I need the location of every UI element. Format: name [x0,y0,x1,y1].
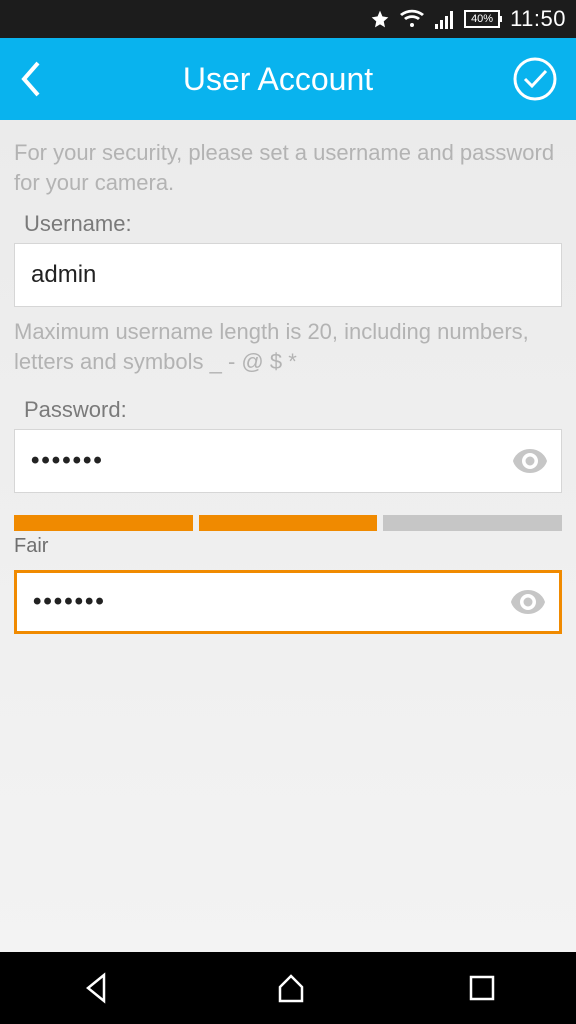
password-field[interactable]: ••••••• [14,429,562,493]
back-icon[interactable] [18,59,44,99]
instruction-text: For your security, please set a username… [14,138,562,197]
strength-label: Fair [14,535,562,558]
nav-recent-icon[interactable] [468,974,496,1002]
confirm-icon[interactable] [512,56,558,102]
password-strength-meter [14,515,562,531]
confirm-password-field[interactable]: ••••••• [14,570,562,634]
status-bar: 40% 11:50 [0,0,576,38]
username-field[interactable] [14,243,562,307]
username-input[interactable] [31,244,545,306]
nav-home-icon[interactable] [274,971,308,1005]
cell-signal-icon [434,9,454,29]
clock: 11:50 [510,6,566,32]
eye-icon[interactable] [513,449,547,473]
username-label: Username: [24,211,562,237]
battery-percent: 40% [471,13,493,25]
strength-seg-2 [199,515,378,531]
nav-back-icon[interactable] [80,971,114,1005]
password-value: ••••••• [31,447,104,475]
strength-seg-1 [14,515,193,531]
battery-indicator: 40% [464,10,500,28]
app-header: User Account [0,38,576,120]
strength-seg-3 [383,515,562,531]
username-hint: Maximum username length is 20, including… [14,317,562,376]
password-label: Password: [24,397,562,423]
star-icon [370,9,390,29]
wifi-icon [400,9,424,29]
eye-icon[interactable] [511,590,545,614]
page-title: User Account [44,61,512,98]
system-navbar [0,952,576,1024]
confirm-password-value: ••••••• [33,588,106,616]
content-area: For your security, please set a username… [0,120,576,952]
